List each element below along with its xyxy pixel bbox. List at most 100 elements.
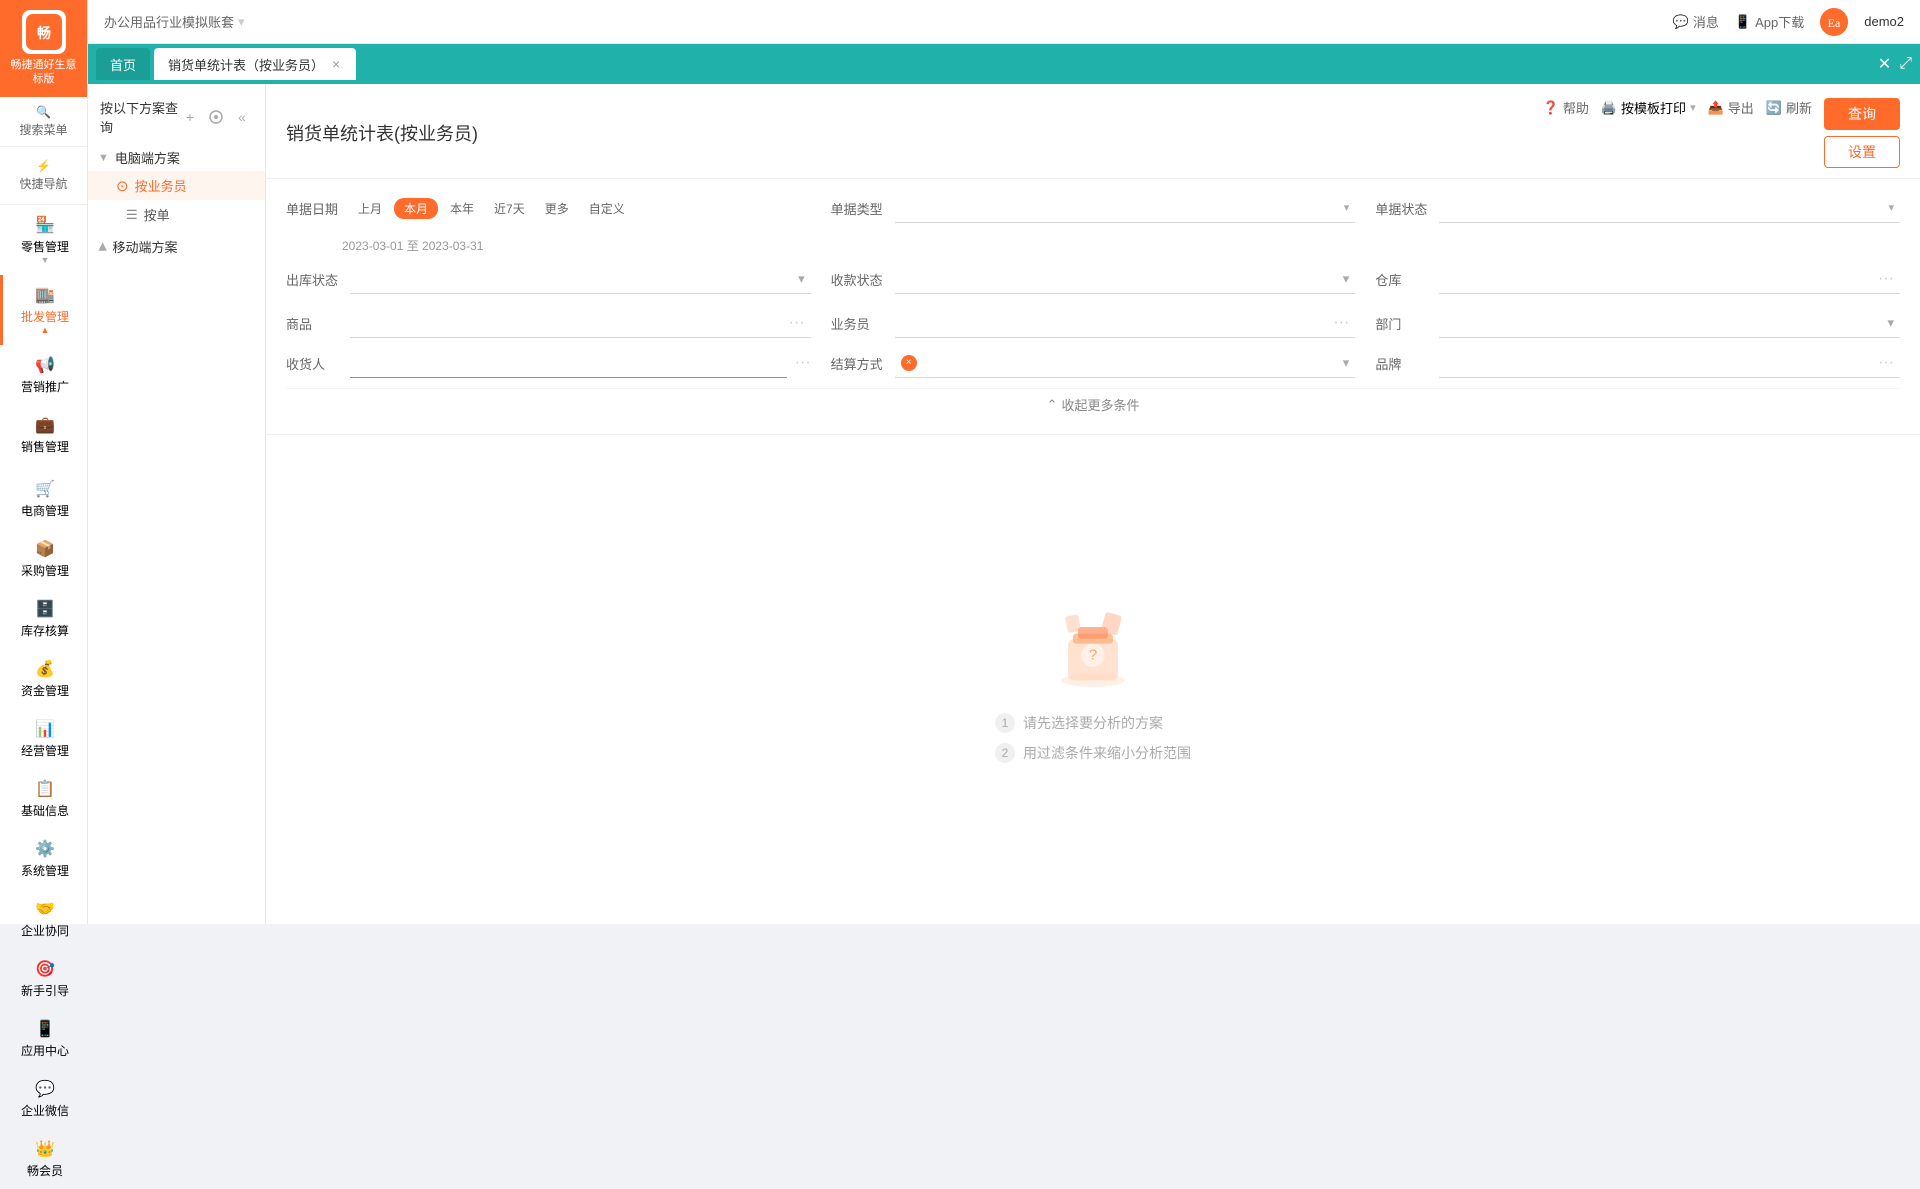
messages-button[interactable]: 💬 消息 — [1673, 12, 1719, 31]
refresh-button[interactable]: 🔄 刷新 — [1766, 98, 1812, 117]
search-menu-button[interactable]: 🔍 搜索菜单 — [6, 105, 81, 138]
wechat-icon: 💬 — [35, 1079, 55, 1099]
app-download-button[interactable]: 📱 App下载 — [1735, 12, 1804, 31]
brand-select[interactable]: ··· — [1439, 348, 1900, 378]
sidebar-item-inventory[interactable]: 🗄️ 库存核算 — [0, 589, 87, 649]
sidebar-item-system[interactable]: ⚙️ 系统管理 — [0, 829, 87, 889]
phone-icon: 📱 — [1735, 14, 1751, 30]
retail-label: 零售管理 — [21, 238, 69, 255]
breadcrumb-text: 办公用品行业模拟账套 — [104, 12, 234, 31]
collapse-icon: ⌃ — [1047, 397, 1058, 413]
wholesale-label: 批发管理 — [21, 308, 69, 325]
sidebar-item-wholesale[interactable]: 🏬 批发管理 ▲ — [0, 275, 87, 345]
sidebar-item-marketing[interactable]: 📢 营销推广 — [0, 345, 87, 405]
sidebar-item-ecommerce[interactable]: 🛒 电商管理 — [0, 469, 87, 529]
topbar-right: 💬 消息 📱 App下载 Ea demo2 — [1673, 8, 1904, 36]
brand-dots: ··· — [1878, 354, 1894, 372]
doc-item-label: 按单 — [144, 205, 170, 224]
tree-group-mobile-header[interactable]: ▶ 移动端方案 — [88, 233, 265, 260]
finance-icon: 💰 — [35, 659, 55, 679]
print-template-button[interactable]: 🖨️ 按模板打印 ▾ — [1601, 98, 1696, 117]
receiver-input[interactable] — [350, 348, 787, 378]
settlement-arrow: ▾ — [1343, 355, 1350, 371]
data-area: ? 1 请先选择要分析的方案 2 用过滤条件来缩小分析范围 — [266, 435, 1920, 924]
warehouse-select[interactable]: ··· — [1439, 264, 1900, 294]
svg-text:畅: 畅 — [37, 25, 51, 42]
mobile-group-arrow: ▶ — [96, 242, 109, 250]
stock-status-select[interactable]: ▾ — [350, 264, 811, 294]
date-tab-this-year[interactable]: 本年 — [442, 198, 482, 219]
sidebar-item-finance[interactable]: 💰 资金管理 — [0, 649, 87, 709]
refresh-label: 刷新 — [1786, 98, 1812, 117]
hint-number-2: 2 — [995, 743, 1015, 763]
stock-status-arrow: ▾ — [798, 271, 805, 287]
export-button[interactable]: 📤 导出 — [1708, 98, 1754, 117]
sidebar-item-member[interactable]: 👑 畅会员 — [0, 1129, 87, 1189]
date-tab-custom[interactable]: 自定义 — [581, 198, 633, 219]
left-panel-header: 按以下方案查询 + « — [88, 94, 265, 144]
doc-status-select[interactable]: ▾ — [1439, 193, 1900, 223]
collapse-filters-button[interactable]: ⌃ 收起更多条件 — [286, 388, 1900, 420]
quick-nav-button[interactable]: ⚡ 快捷导航 — [0, 151, 87, 200]
payment-status-select[interactable]: ▾ — [895, 264, 1356, 294]
collapse-panel-button[interactable]: « — [231, 106, 253, 128]
date-tab-last-7-days[interactable]: 近7天 — [486, 198, 533, 219]
warehouse-label: 仓库 — [1375, 270, 1431, 289]
sidebar-item-wechat[interactable]: 💬 企业微信 — [0, 1069, 87, 1129]
salesperson-select[interactable]: ··· — [895, 308, 1356, 338]
settlement-clear-button[interactable]: × — [901, 355, 917, 371]
ecommerce-label: 电商管理 — [21, 502, 69, 519]
nav-icon: ⚡ — [36, 159, 51, 173]
sidebar-item-operations[interactable]: 📊 经营管理 — [0, 709, 87, 769]
date-range-display: 2023-03-01 至 2023-03-31 — [286, 237, 1900, 264]
tab-close-button[interactable]: × — [330, 57, 342, 71]
tab-close-all-button[interactable]: ✕ — [1878, 54, 1891, 74]
tab-home[interactable]: 首页 — [96, 48, 150, 80]
page-header: 销货单统计表(按业务员) ❓ 帮助 🖨️ 按模板打印 ▾ � — [266, 84, 1920, 179]
tree-group-desktop: ▼ 电脑端方案 ⊙ 按业务员 ☰ 按单 — [88, 144, 265, 233]
tree-item-by-doc[interactable]: ☰ 按单 — [88, 200, 265, 229]
breadcrumb-arrow: ▾ — [238, 14, 245, 30]
query-button[interactable]: 查询 — [1824, 98, 1900, 130]
print-label: 按模板打印 — [1621, 98, 1686, 117]
sidebar-item-retail[interactable]: 🏪 零售管理 ▼ — [0, 205, 87, 275]
date-label: 单据日期 — [286, 199, 342, 218]
date-tab-more[interactable]: 更多 — [537, 198, 577, 219]
left-panel-title: 按以下方案查询 — [100, 98, 179, 136]
filter-row-3: 商品 ··· 业务员 ··· 部门 ▾ — [286, 308, 1900, 338]
settings-button[interactable]: 设置 — [1824, 136, 1900, 168]
department-label: 部门 — [1375, 314, 1431, 333]
sidebar-item-basic-info[interactable]: 📋 基础信息 — [0, 769, 87, 829]
sidebar-item-newbie[interactable]: 🎯 新手引导 — [0, 949, 87, 1009]
filter-area: 单据日期 上月 本月 本年 近7天 更多 自定义 — [266, 179, 1920, 435]
hint-text-1: 请先选择要分析的方案 — [1023, 713, 1163, 733]
desktop-group-label: 电脑端方案 — [115, 148, 180, 167]
tree-group-mobile: ▶ 移动端方案 — [88, 233, 265, 264]
department-select[interactable]: ▾ — [1439, 308, 1900, 338]
product-select[interactable]: ··· — [350, 308, 811, 338]
sidebar-item-purchase[interactable]: 📦 采购管理 — [0, 529, 87, 589]
tabbar-right: ✕ ⤢ — [1878, 54, 1912, 74]
sidebar-item-sales[interactable]: 💼 销售管理 — [0, 405, 87, 465]
edit-scheme-button[interactable] — [205, 106, 227, 128]
operations-icon: 📊 — [35, 719, 55, 739]
salesperson-dots: ··· — [1333, 314, 1349, 332]
add-scheme-button[interactable]: + — [179, 106, 201, 128]
newbie-label: 新手引导 — [21, 982, 69, 999]
date-tab-last-month[interactable]: 上月 — [350, 198, 390, 219]
tree-group-desktop-header[interactable]: ▼ 电脑端方案 — [88, 144, 265, 171]
breadcrumb: 办公用品行业模拟账套 ▾ — [104, 12, 245, 31]
sidebar-item-enterprise[interactable]: 🤝 企业协同 — [0, 889, 87, 949]
mobile-group-label: 移动端方案 — [112, 237, 177, 256]
help-icon: ❓ — [1543, 100, 1559, 116]
tree-item-by-salesperson[interactable]: ⊙ 按业务员 — [88, 171, 265, 200]
tab-sales-stats[interactable]: 销货单统计表（按业务员） × — [154, 48, 356, 80]
sidebar-item-app-center[interactable]: 📱 应用中心 — [0, 1009, 87, 1069]
left-panel: 按以下方案查询 + « ▼ 电脑端方案 ⊙ 按业务员 — [88, 84, 266, 924]
tab-maximize-button[interactable]: ⤢ — [1899, 54, 1912, 74]
svg-text:?: ? — [1089, 646, 1097, 663]
doc-type-select[interactable]: ▾ — [895, 193, 1356, 223]
date-tab-this-month[interactable]: 本月 — [394, 198, 438, 219]
help-button[interactable]: ❓ 帮助 — [1543, 98, 1589, 117]
settlement-select[interactable]: × ▾ — [895, 348, 1356, 378]
